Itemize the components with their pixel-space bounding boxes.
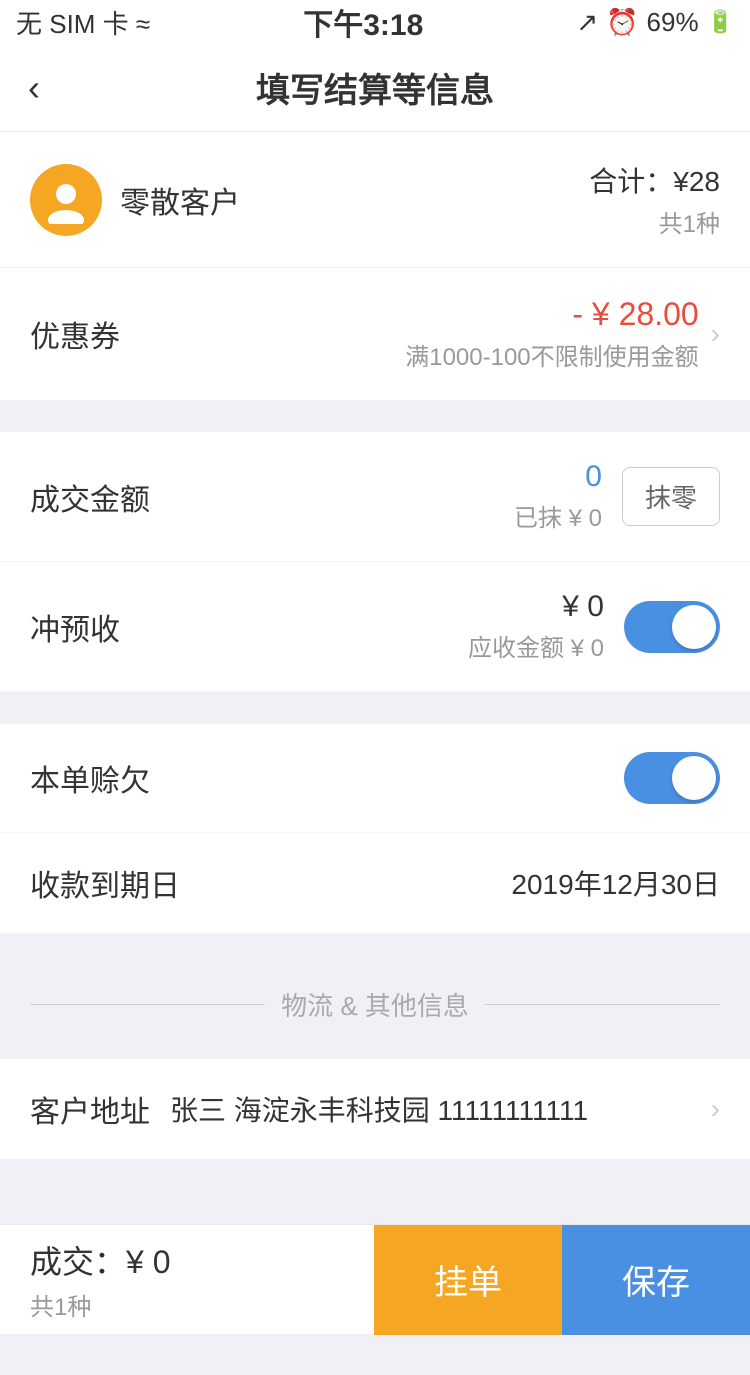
nav-bar: ‹ 填写结算等信息 bbox=[0, 44, 750, 132]
bendan-right bbox=[624, 752, 720, 804]
sim-label: 无 SIM 卡 ≈ bbox=[16, 4, 150, 41]
transaction-amount-row: 成交金额 0 已抹 ¥ 0 抹零 bbox=[0, 432, 750, 562]
content-area: 零散客户 合计：¥28 共1种 优惠券 - ¥ 28.00 满1000-100不… bbox=[0, 132, 750, 1375]
coupon-right: - ¥ 28.00 满1000-100不限制使用金额 › bbox=[405, 296, 720, 372]
battery-icon: 🔋 bbox=[707, 9, 734, 35]
footer-deal-label: 成交： bbox=[30, 1244, 126, 1280]
logistics-label: 物流 & 其他信息 bbox=[281, 986, 469, 1023]
status-time: 下午3:18 bbox=[303, 0, 423, 44]
hang-button[interactable]: 挂单 bbox=[374, 1225, 562, 1335]
footer-count: 共1种 bbox=[30, 1287, 344, 1322]
section-gap-2 bbox=[0, 708, 750, 724]
address-label: 客户地址 bbox=[30, 1087, 150, 1131]
chevron-right-icon: › bbox=[711, 318, 720, 350]
transaction-value: 0 bbox=[514, 460, 602, 494]
transaction-sub: 已抹 ¥ 0 bbox=[514, 498, 602, 533]
customer-left: 零散客户 bbox=[30, 164, 240, 236]
chong-sub: 应收金额 ¥ 0 bbox=[468, 628, 604, 663]
location-icon: ↗ bbox=[576, 7, 598, 38]
footer: 成交：¥ 0 共1种 挂单 保存 bbox=[0, 1224, 750, 1334]
chong-label: 冲预收 bbox=[30, 605, 150, 649]
address-row[interactable]: 客户地址 张三 海淀永丰科技园 11111111111 › bbox=[0, 1059, 750, 1159]
save-button[interactable]: 保存 bbox=[562, 1225, 750, 1335]
bendan-card: 本单赊欠 收款到期日 2019年12月30日 bbox=[0, 724, 750, 934]
address-card: 客户地址 张三 海淀永丰科技园 11111111111 › bbox=[0, 1059, 750, 1159]
page-title: 填写结算等信息 bbox=[256, 63, 494, 112]
chong-yushou-row: 冲预收 ¥ 0 应收金额 ¥ 0 bbox=[0, 562, 750, 692]
header-line-left bbox=[30, 1004, 265, 1005]
due-date-row: 收款到期日 2019年12月30日 bbox=[0, 833, 750, 934]
chong-toggle[interactable] bbox=[624, 601, 720, 653]
status-bar: 无 SIM 卡 ≈ 下午3:18 ↗ ⏰ 69% 🔋 bbox=[0, 0, 750, 44]
section-gap-3 bbox=[0, 950, 750, 966]
coupon-discount: - ¥ 28.00 bbox=[405, 296, 698, 333]
alarm-icon: ⏰ bbox=[606, 7, 638, 38]
transaction-label: 成交金额 bbox=[30, 475, 150, 519]
address-value: 张三 海淀永丰科技园 11111111111 bbox=[170, 1089, 707, 1129]
coupon-label: 优惠券 bbox=[30, 312, 120, 356]
back-button[interactable]: ‹ bbox=[28, 67, 40, 109]
footer-deal-row: 成交：¥ 0 bbox=[30, 1237, 344, 1283]
bendan-label: 本单赊欠 bbox=[30, 756, 150, 800]
transaction-value-col: 0 已抹 ¥ 0 bbox=[514, 460, 602, 533]
footer-deal-amount: ¥ 0 bbox=[126, 1244, 170, 1280]
footer-left: 成交：¥ 0 共1种 bbox=[0, 1237, 374, 1322]
status-right: ↗ ⏰ 69% 🔋 bbox=[576, 7, 734, 38]
round-zero-button[interactable]: 抹零 bbox=[622, 467, 720, 526]
due-date-value-col: 2019年12月30日 bbox=[511, 863, 720, 903]
chong-right-wrapper: ¥ 0 应收金额 ¥ 0 bbox=[468, 590, 720, 663]
total-amount: 合计：¥28 bbox=[589, 160, 720, 200]
bendan-toggle-knob bbox=[672, 756, 716, 800]
address-right: › bbox=[707, 1093, 720, 1125]
coupon-desc: 满1000-100不限制使用金额 bbox=[405, 337, 698, 372]
toggle-knob bbox=[672, 605, 716, 649]
header-line-right bbox=[485, 1004, 720, 1005]
address-chevron-icon: › bbox=[711, 1093, 720, 1125]
due-date-value: 2019年12月30日 bbox=[511, 869, 720, 900]
status-left: 无 SIM 卡 ≈ bbox=[16, 4, 150, 41]
customer-name: 零散客户 bbox=[120, 178, 240, 222]
total-count: 共1种 bbox=[589, 204, 720, 239]
customer-card: 零散客户 合计：¥28 共1种 优惠券 - ¥ 28.00 满1000-100不… bbox=[0, 132, 750, 400]
transaction-right: 0 已抹 ¥ 0 抹零 bbox=[514, 460, 720, 533]
transaction-card: 成交金额 0 已抹 ¥ 0 抹零 冲预收 ¥ 0 应收金额 ¥ 0 bbox=[0, 432, 750, 692]
avatar bbox=[30, 164, 102, 236]
logistics-header: 物流 & 其他信息 bbox=[0, 966, 750, 1043]
customer-row: 零散客户 合计：¥28 共1种 bbox=[0, 132, 750, 267]
section-gap-4 bbox=[0, 1043, 750, 1059]
due-date-label: 收款到期日 bbox=[30, 861, 180, 905]
bendan-row: 本单赊欠 bbox=[0, 724, 750, 833]
section-gap-1 bbox=[0, 416, 750, 432]
chong-main: ¥ 0 bbox=[468, 590, 604, 624]
coupon-value-block: - ¥ 28.00 满1000-100不限制使用金额 bbox=[405, 296, 698, 372]
bendan-toggle[interactable] bbox=[624, 752, 720, 804]
battery-label: 69% bbox=[647, 7, 699, 38]
chong-value-col: ¥ 0 应收金额 ¥ 0 bbox=[468, 590, 604, 663]
coupon-row[interactable]: 优惠券 - ¥ 28.00 满1000-100不限制使用金额 › bbox=[0, 267, 750, 400]
customer-summary: 合计：¥28 共1种 bbox=[589, 160, 720, 239]
